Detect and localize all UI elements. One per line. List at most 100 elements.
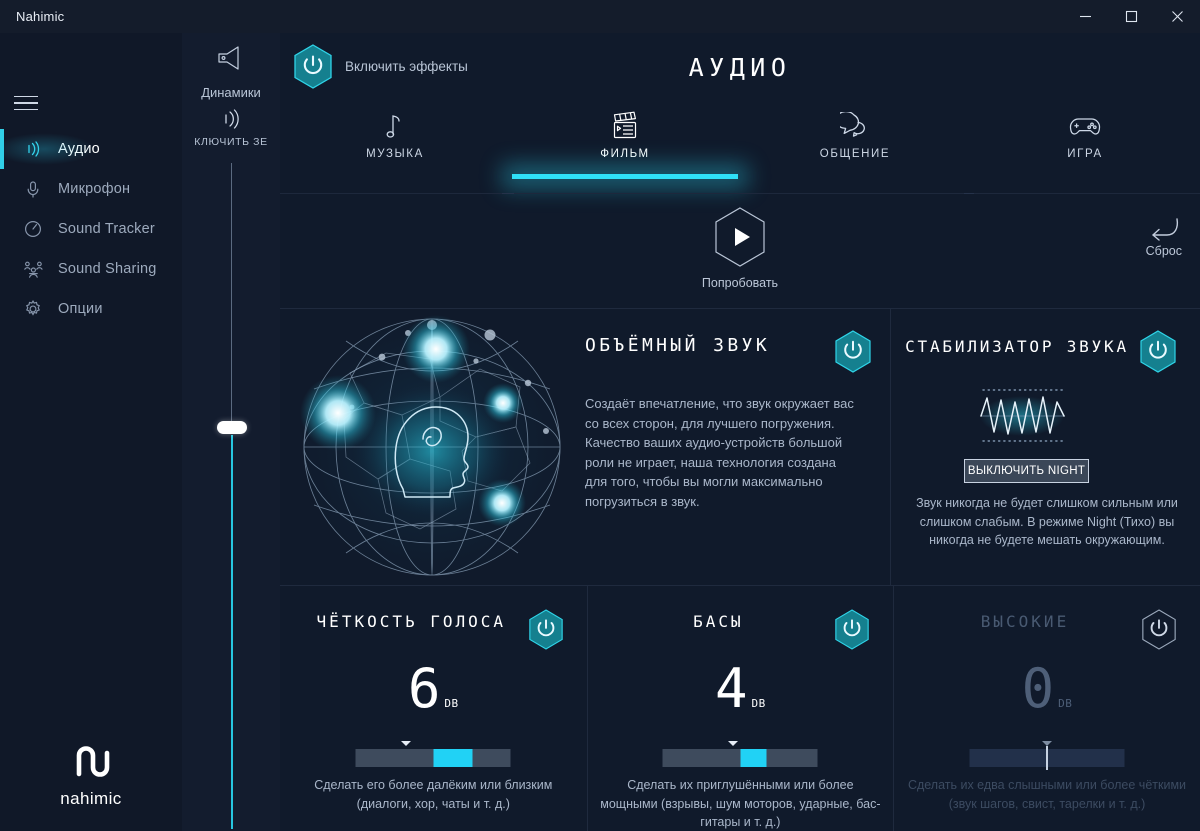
treble-slider-handle[interactable] [1045, 746, 1048, 770]
bass-description: Сделать их приглушёнными или более мощны… [600, 778, 881, 829]
brand-name: nahimic [60, 789, 122, 808]
bass-slider[interactable] [662, 749, 818, 767]
sidebar-item-label: Sound Tracker [58, 221, 155, 237]
profile-tabs: МУЗЫКА ФИЛЬМ ОБЩЕНИЕ ИГРА [280, 109, 1200, 179]
tab-music[interactable]: МУЗЫКА [280, 109, 510, 165]
sidebar-item-label: Опции [58, 301, 103, 317]
treble-power-toggle[interactable] [1140, 608, 1178, 656]
window-controls [1062, 0, 1200, 33]
try-button-label: Попробовать [701, 276, 779, 290]
volume-slider-handle[interactable] [217, 421, 247, 434]
treble-panel: ВЫСОКИЕ 0 DB Сделать их едва слышными ил… [893, 586, 1200, 831]
power-icon [1142, 609, 1176, 650]
mid-row: ОБЪЁМНЫЙ ЗВУК Создаёт впечатление, что з… [280, 308, 1200, 586]
sidebar-item-sound-sharing[interactable]: Sound Sharing [0, 249, 182, 289]
gear-icon [22, 298, 44, 320]
bass-slider-caret [728, 741, 739, 746]
voice-clarity-value-wrap: 6 DB [280, 662, 587, 716]
nahimic-window: Nahimic Аудио Микрофон Sound Tracker Sou… [0, 0, 1200, 831]
voice-clarity-unit: DB [444, 697, 459, 710]
voice-clarity-slider-fill [433, 749, 473, 767]
treble-description: Сделать их едва слышными или более чётки… [907, 778, 1187, 811]
hamburger-icon[interactable] [14, 90, 48, 116]
tab-movie[interactable]: ФИЛЬМ [510, 109, 740, 179]
sidebar: Аудио Микрофон Sound Tracker Sound Shari… [0, 33, 182, 831]
sound-waves-icon[interactable] [182, 107, 280, 131]
tab-label: МУЗЫКА [366, 148, 424, 160]
share-users-icon [22, 258, 44, 280]
maximize-button[interactable] [1108, 0, 1154, 33]
night-mode-button[interactable]: ВЫКЛЮЧИТЬ NIGHT [964, 459, 1089, 483]
bass-value: 4 [715, 657, 748, 720]
equalizer-row: ЧЁТКОСТЬ ГОЛОСА 6 DB Сделать его более д… [280, 585, 1200, 831]
treble-value-wrap: 0 DB [894, 662, 1200, 716]
window-title: Nahimic [16, 9, 65, 24]
close-button[interactable] [1154, 0, 1200, 33]
power-icon [528, 609, 563, 650]
speaker-icon[interactable] [182, 43, 280, 73]
clapperboard-icon [609, 109, 641, 143]
voice-clarity-description: Сделать его более далёким или близким (д… [314, 778, 553, 811]
sidebar-item-options[interactable]: Опции [0, 289, 182, 329]
bass-slider-fill [740, 749, 767, 767]
try-button[interactable]: Попробовать [280, 206, 1200, 290]
power-icon [1140, 330, 1176, 373]
volume-slider-track-filled [231, 435, 233, 829]
treble-value: 0 [1021, 657, 1055, 720]
sidebar-nav: Аудио Микрофон Sound Tracker Sound Shari… [0, 129, 182, 329]
stabilizer-panel: СТАБИЛИЗАТОР ЗВУКА ВЫКЛЮЧИТЬ NIGHT Звук … [890, 309, 1200, 586]
stabilizer-power-toggle[interactable] [1138, 329, 1178, 379]
enable-surround-label: КЛЮЧИТЬ ЗЕ [194, 136, 268, 148]
waveform-icon [980, 389, 1065, 442]
tab-label: ФИЛЬМ [600, 148, 650, 160]
page-title: АУДИО [688, 53, 792, 82]
sphere-head-icon [300, 315, 561, 576]
volume-slider[interactable] [217, 163, 247, 829]
volume-slider-track-upper [231, 163, 232, 426]
actions-row: Попробовать Сброс [280, 194, 1200, 308]
speaker-label: Динамики [201, 85, 261, 100]
sidebar-item-label: Микрофон [58, 181, 131, 197]
bass-panel: БАСЫ 4 DB Сделать их приглушёнными или б… [586, 586, 894, 831]
surround-description: Создаёт впечатление, что звук окружает в… [585, 396, 854, 509]
stabilizer-title: СТАБИЛИЗАТОР ЗВУКА [905, 337, 1129, 356]
minimize-button[interactable] [1062, 0, 1108, 33]
reset-button-label: Сброс [1145, 244, 1182, 258]
tab-label: ОБЩЕНИЕ [819, 148, 891, 160]
power-icon [835, 330, 871, 373]
voice-clarity-slider-caret [401, 741, 412, 746]
music-note-icon [384, 109, 406, 143]
surround-title: ОБЪЁМНЫЙ ЗВУК [585, 335, 771, 356]
bass-value-wrap: 4 DB [588, 662, 894, 716]
sidebar-item-sound-tracker[interactable]: Sound Tracker [0, 209, 182, 249]
voice-clarity-value: 6 [407, 657, 441, 720]
tab-game[interactable]: ИГРА [970, 109, 1200, 165]
tab-label: ИГРА [1067, 148, 1103, 160]
hamburger-bar [14, 108, 38, 111]
voice-clarity-power-toggle[interactable] [527, 608, 565, 656]
sidebar-item-label: Аудио [58, 141, 100, 157]
bass-power-toggle[interactable] [833, 608, 871, 656]
surround-panel: ОБЪЁМНЫЙ ЗВУК Создаёт впечатление, что з… [280, 309, 890, 586]
power-icon [835, 609, 869, 650]
undo-arrow-icon [1151, 218, 1178, 241]
main-header: Включить эффекты АУДИО МУЗЫКА ФИЛЬМ ОБЩЕ… [280, 33, 1200, 194]
title-bar: Nahimic [0, 0, 1200, 33]
sidebar-item-audio[interactable]: Аудио [0, 129, 182, 169]
play-icon [715, 207, 765, 267]
stabilizer-description: Звук никогда не будет слишком сильным ил… [916, 496, 1178, 547]
microphone-icon [22, 178, 44, 200]
sidebar-item-label: Sound Sharing [58, 261, 157, 277]
voice-clarity-panel: ЧЁТКОСТЬ ГОЛОСА 6 DB Сделать его более д… [280, 586, 587, 831]
voice-clarity-slider[interactable] [355, 749, 511, 767]
sidebar-item-microphone[interactable]: Микрофон [0, 169, 182, 209]
surround-power-toggle[interactable] [833, 329, 873, 379]
nahimic-mark-icon [76, 746, 110, 777]
tab-communication[interactable]: ОБЩЕНИЕ [740, 109, 970, 165]
audio-waves-icon [22, 138, 44, 160]
speech-bubble-icon [840, 109, 870, 143]
bass-unit: DB [751, 697, 766, 710]
hamburger-bar [14, 102, 38, 104]
brand-logo: nahimic [0, 741, 182, 809]
reset-button[interactable]: Сброс [1146, 216, 1182, 258]
